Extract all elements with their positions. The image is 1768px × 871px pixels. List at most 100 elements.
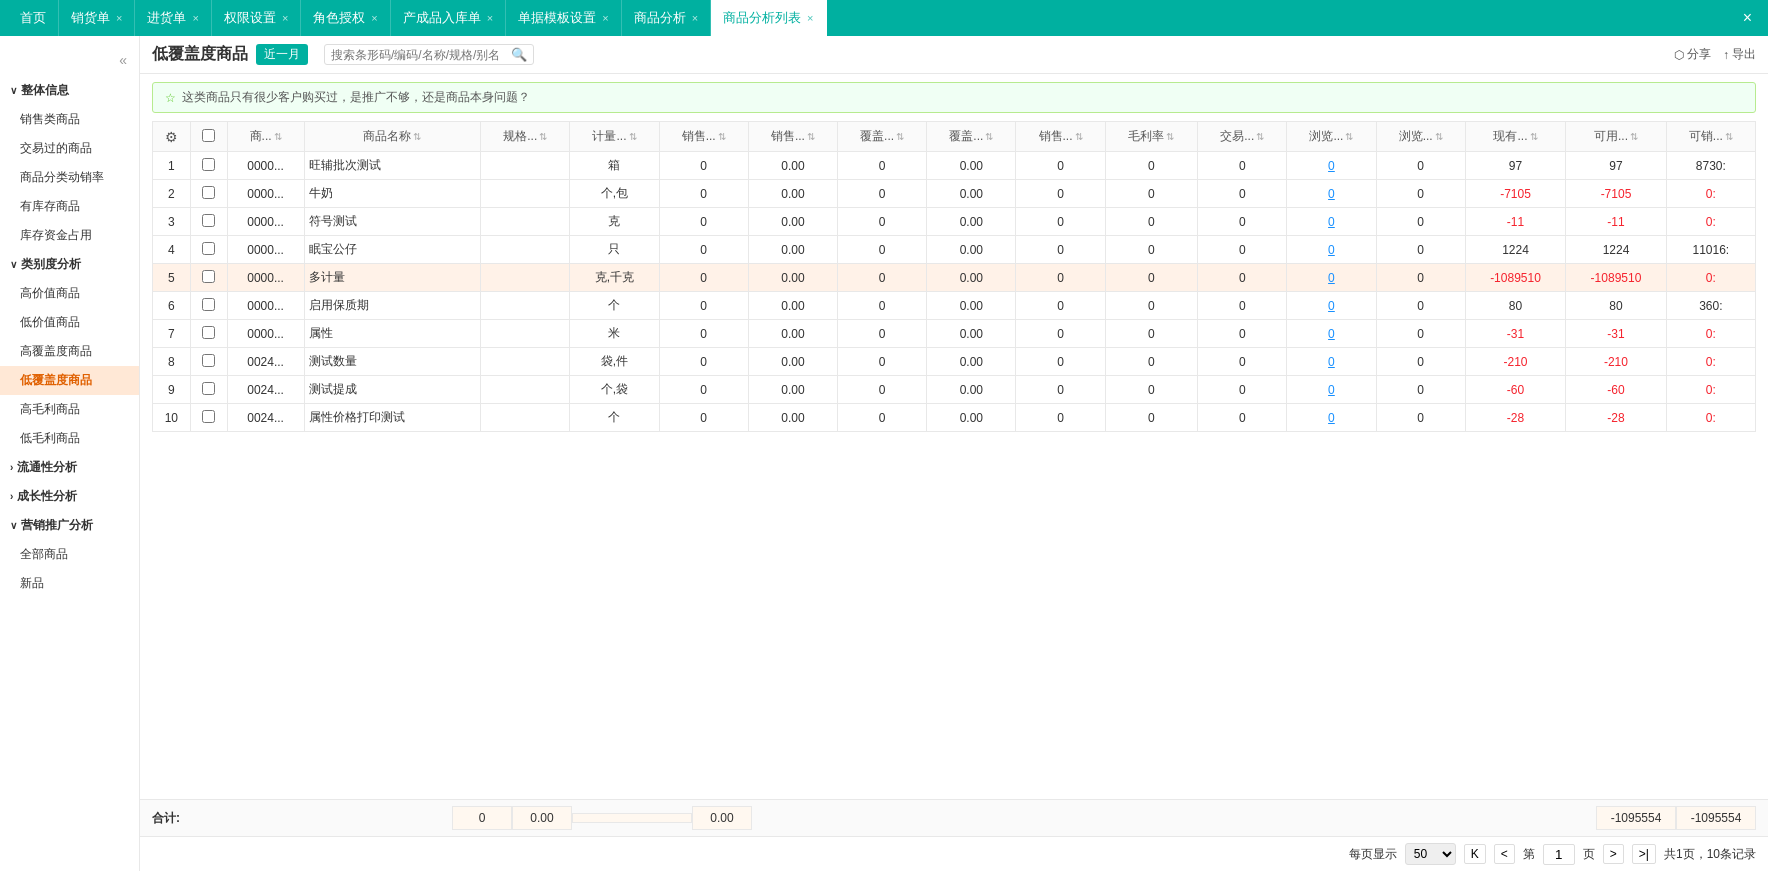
nav-sales-order[interactable]: 销货单 × — [59, 0, 135, 36]
code-column-header[interactable]: 商...⇅ — [227, 122, 304, 152]
row-view1[interactable]: 0 — [1287, 180, 1376, 208]
sidebar-collapse-button[interactable]: « — [113, 48, 133, 72]
settings-column-header[interactable]: ⚙ — [153, 122, 191, 152]
sidebar-item-high-coverage[interactable]: 高覆盖度商品 — [0, 337, 139, 366]
row-checkbox[interactable] — [190, 348, 227, 376]
sidebar-group-category[interactable]: ∨ 类别度分析 — [0, 250, 139, 279]
sidebar-item-category-rate[interactable]: 商品分类动销率 — [0, 163, 139, 192]
unit-column-header[interactable]: 计量...⇅ — [570, 122, 659, 152]
row-current-stock: -28 — [1465, 404, 1565, 432]
row-view2: 0 — [1376, 292, 1465, 320]
row-checkbox[interactable] — [190, 236, 227, 264]
row-checkbox[interactable] — [190, 292, 227, 320]
search-icon[interactable]: 🔍 — [511, 47, 527, 62]
close-icon[interactable]: × — [487, 12, 493, 24]
nav-finished-goods[interactable]: 产成品入库单 × — [391, 0, 506, 36]
row-gross-margin: 0 — [1105, 404, 1198, 432]
nav-purchase-order[interactable]: 进货单 × — [135, 0, 211, 36]
nav-product-analysis[interactable]: 商品分析 × — [622, 0, 711, 36]
close-icon[interactable]: × — [192, 12, 198, 24]
page-number-input[interactable] — [1543, 844, 1575, 865]
cover1-column-header[interactable]: 覆盖...⇅ — [838, 122, 927, 152]
last-page-button[interactable]: >| — [1632, 844, 1656, 864]
sidebar-group-liquidity[interactable]: › 流通性分析 — [0, 453, 139, 482]
sidebar-item-low-value[interactable]: 低价值商品 — [0, 308, 139, 337]
prev-page-button[interactable]: < — [1494, 844, 1515, 864]
export-button[interactable]: ↑ 导出 — [1723, 46, 1756, 63]
row-view1[interactable]: 0 — [1287, 152, 1376, 180]
page-label: 第 — [1523, 846, 1535, 863]
close-icon[interactable]: × — [602, 12, 608, 24]
name-column-header[interactable]: 商品名称⇅ — [304, 122, 481, 152]
sidebar-item-stocked-products[interactable]: 有库存商品 — [0, 192, 139, 221]
next-page-button[interactable]: > — [1603, 844, 1624, 864]
row-checkbox[interactable] — [190, 264, 227, 292]
row-unit: 克 — [570, 208, 659, 236]
sidebar-item-inventory-capital[interactable]: 库存资金占用 — [0, 221, 139, 250]
close-icon[interactable]: × — [371, 12, 377, 24]
first-page-button[interactable]: K — [1464, 844, 1486, 864]
sidebar-item-new-products[interactable]: 新品 — [0, 569, 139, 598]
row-checkbox[interactable] — [190, 180, 227, 208]
row-view1[interactable]: 0 — [1287, 320, 1376, 348]
period-button[interactable]: 近一月 — [256, 44, 308, 65]
row-sales-qty: 0 — [659, 152, 748, 180]
sales-amt-column-header[interactable]: 销售...⇅ — [748, 122, 837, 152]
row-sales-amt: 0.00 — [748, 292, 837, 320]
sidebar-item-high-margin[interactable]: 高毛利商品 — [0, 395, 139, 424]
trade-column-header[interactable]: 交易...⇅ — [1198, 122, 1287, 152]
row-view1[interactable]: 0 — [1287, 264, 1376, 292]
table-row: 9 0024... 测试提成 个,袋 0 0.00 0 0.00 0 0 0 0… — [153, 376, 1756, 404]
page-suffix: 页 — [1583, 846, 1595, 863]
sellable-column-header[interactable]: 可销...⇅ — [1666, 122, 1755, 152]
sales-qty-column-header[interactable]: 销售...⇅ — [659, 122, 748, 152]
nav-role-auth[interactable]: 角色授权 × — [301, 0, 390, 36]
sidebar-item-traded-products[interactable]: 交易过的商品 — [0, 134, 139, 163]
close-all-tabs-button[interactable]: × — [1735, 9, 1760, 27]
spec-column-header[interactable]: 规格...⇅ — [481, 122, 570, 152]
row-view1[interactable]: 0 — [1287, 348, 1376, 376]
sidebar-item-all-products[interactable]: 全部商品 — [0, 540, 139, 569]
nav-product-analysis-list[interactable]: 商品分析列表 × — [711, 0, 826, 36]
sidebar-item-high-value[interactable]: 高价值商品 — [0, 279, 139, 308]
close-icon[interactable]: × — [116, 12, 122, 24]
close-icon[interactable]: × — [282, 12, 288, 24]
nav-template-settings[interactable]: 单据模板设置 × — [506, 0, 621, 36]
row-view1[interactable]: 0 — [1287, 404, 1376, 432]
checkbox-column-header[interactable] — [190, 122, 227, 152]
row-view1[interactable]: 0 — [1287, 376, 1376, 404]
share-button[interactable]: ⬡ 分享 — [1674, 46, 1711, 63]
view1-column-header[interactable]: 浏览...⇅ — [1287, 122, 1376, 152]
gross-margin-column-header[interactable]: 毛利率⇅ — [1105, 122, 1198, 152]
select-all-checkbox[interactable] — [202, 129, 215, 142]
sidebar-group-overall[interactable]: ∨ 整体信息 — [0, 76, 139, 105]
row-view1[interactable]: 0 — [1287, 236, 1376, 264]
row-view2: 0 — [1376, 376, 1465, 404]
view2-column-header[interactable]: 浏览...⇅ — [1376, 122, 1465, 152]
sales3-column-header[interactable]: 销售...⇅ — [1016, 122, 1105, 152]
nav-home[interactable]: 首页 — [8, 0, 59, 36]
nav-permission-settings[interactable]: 权限设置 × — [212, 0, 301, 36]
available-stock-column-header[interactable]: 可用...⇅ — [1566, 122, 1666, 152]
row-checkbox[interactable] — [190, 404, 227, 432]
sidebar-item-low-margin[interactable]: 低毛利商品 — [0, 424, 139, 453]
search-input[interactable] — [331, 48, 511, 62]
data-table-container[interactable]: ⚙ 商...⇅ 商品名称⇅ 规格...⇅ 计量...⇅ 销售...⇅ 销售...… — [140, 121, 1768, 799]
sidebar-group-marketing[interactable]: ∨ 营销推广分析 — [0, 511, 139, 540]
row-view1[interactable]: 0 — [1287, 292, 1376, 320]
row-view1[interactable]: 0 — [1287, 208, 1376, 236]
cover2-column-header[interactable]: 覆盖...⇅ — [927, 122, 1016, 152]
sidebar-item-low-coverage[interactable]: 低覆盖度商品 — [0, 366, 139, 395]
current-stock-column-header[interactable]: 现有...⇅ — [1465, 122, 1565, 152]
row-checkbox[interactable] — [190, 376, 227, 404]
row-name: 属性价格打印测试 — [304, 404, 481, 432]
sidebar-item-sales-products[interactable]: 销售类商品 — [0, 105, 139, 134]
close-icon[interactable]: × — [692, 12, 698, 24]
row-checkbox[interactable] — [190, 320, 227, 348]
close-icon[interactable]: × — [807, 12, 813, 24]
row-checkbox[interactable] — [190, 152, 227, 180]
sidebar-group-growth[interactable]: › 成长性分析 — [0, 482, 139, 511]
row-checkbox[interactable] — [190, 208, 227, 236]
row-view2: 0 — [1376, 404, 1465, 432]
page-size-select[interactable]: 50 100 200 — [1405, 843, 1456, 865]
